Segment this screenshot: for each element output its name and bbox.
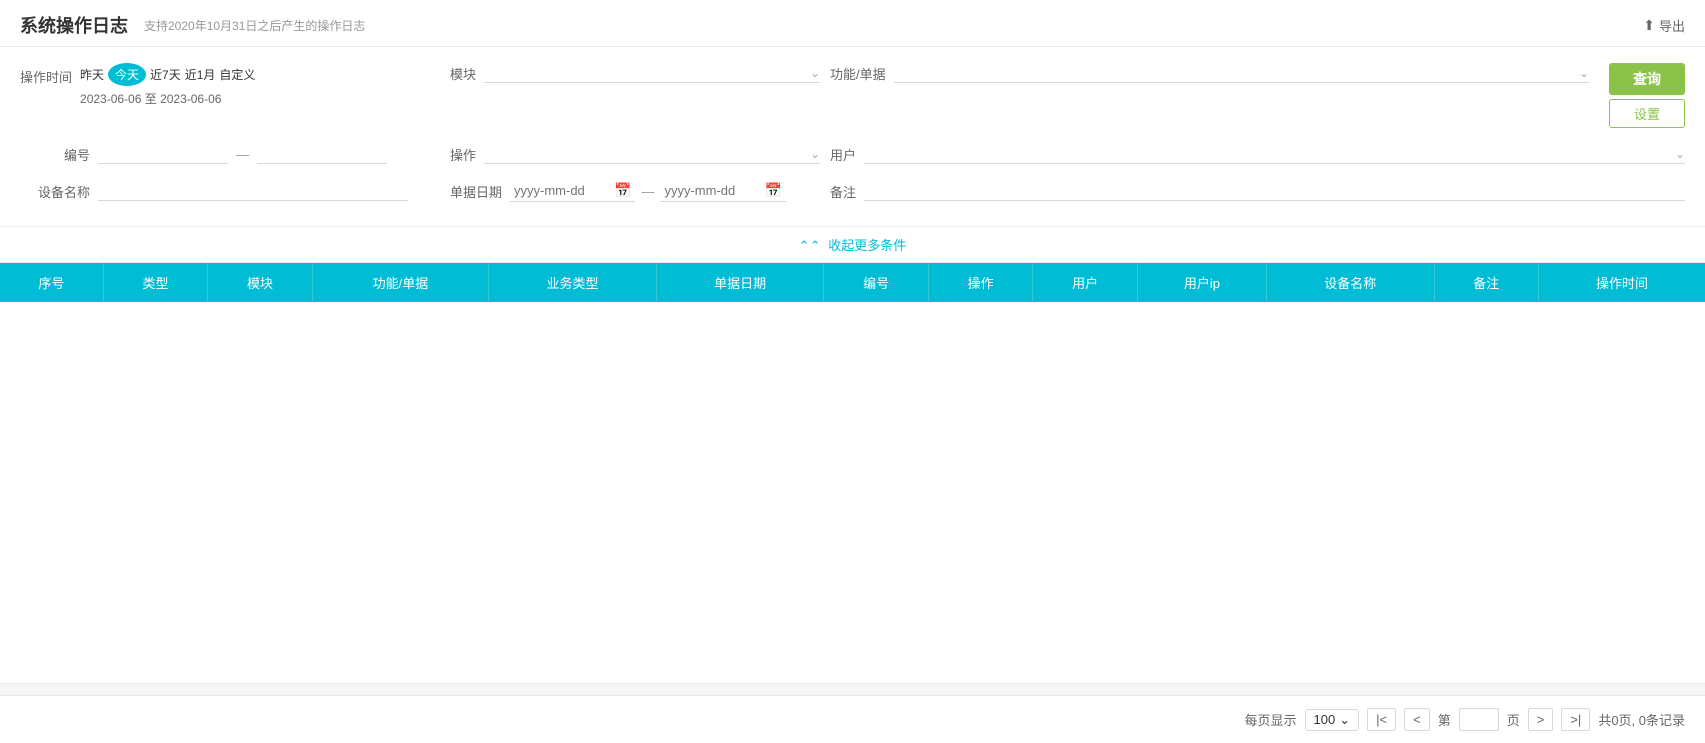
col-code: 编号 (824, 263, 928, 302)
function-label: 功能/单据 (830, 64, 886, 83)
page-title: 系统操作日志 (20, 12, 128, 38)
operation-input[interactable] (484, 146, 810, 161)
module-input[interactable] (484, 65, 810, 80)
user-chevron-icon: ⌄ (1675, 147, 1685, 161)
col-doc-date: 单据日期 (656, 263, 824, 302)
col-biz-type: 业务类型 (489, 263, 657, 302)
function-select[interactable]: ⌄ (894, 63, 1589, 83)
time-today-btn[interactable]: 今天 (108, 63, 146, 86)
page-size-select[interactable]: 100 ⌄ (1305, 709, 1360, 731)
calendar-start-icon[interactable]: 📅 (614, 182, 631, 199)
operation-select[interactable]: ⌄ (484, 144, 820, 164)
query-button[interactable]: 查询 (1609, 63, 1685, 95)
device-label: 设备名称 (20, 182, 90, 201)
time-1month-btn[interactable]: 近1月 (185, 66, 216, 83)
calendar-end-icon[interactable]: 📅 (764, 182, 781, 199)
page-size-chevron-icon: ⌄ (1339, 712, 1350, 728)
col-module: 模块 (208, 263, 312, 302)
export-button[interactable]: ⬆ 导出 (1643, 16, 1685, 35)
remark-input[interactable] (864, 181, 1685, 201)
col-device: 设备名称 (1266, 263, 1434, 302)
table-header-row: 序号 类型 模块 功能/单据 业务类型 单据日期 编号 操作 用户 用户ip 设… (0, 263, 1705, 302)
page-size-label: 每页显示 (1245, 710, 1297, 729)
function-input[interactable] (894, 65, 1579, 80)
filter-area: 操作时间 昨天 今天 近7天 近1月 自定义 2023-06-06 至 2023… (0, 47, 1705, 226)
date-end-wrapper[interactable]: 📅 (660, 180, 785, 202)
page-subtitle: 支持2020年10月31日之后产生的操作日志 (144, 17, 365, 34)
col-index: 序号 (0, 263, 103, 302)
operation-label: 操作 (450, 145, 476, 164)
col-function: 功能/单据 (312, 263, 488, 302)
time-custom-btn[interactable]: 自定义 (219, 66, 255, 83)
device-input[interactable] (98, 181, 408, 201)
date-start-input[interactable] (514, 183, 614, 198)
data-table: 序号 类型 模块 功能/单据 业务类型 单据日期 编号 操作 用户 用户ip 设… (0, 263, 1705, 302)
next-page-button[interactable]: > (1528, 708, 1554, 731)
time-label: 操作时间 (20, 67, 72, 86)
settings-button[interactable]: 设置 (1609, 99, 1685, 128)
date-start-wrapper[interactable]: 📅 (510, 180, 635, 202)
empty-area (0, 302, 1705, 652)
pagination-area: 每页显示 100 ⌄ |< < 第 1 页 > >| 共0页, 0条记录 (0, 695, 1705, 743)
col-remark: 备注 (1434, 263, 1538, 302)
user-label: 用户 (830, 145, 856, 164)
time-filter: 昨天 今天 近7天 近1月 自定义 2023-06-06 至 2023-06-0… (80, 63, 255, 107)
module-label: 模块 (450, 64, 476, 83)
code-separator: — (236, 147, 249, 162)
module-select[interactable]: ⌄ (484, 63, 820, 83)
last-page-button[interactable]: >| (1561, 708, 1590, 731)
page-unit: 页 (1507, 710, 1520, 729)
page-number-input[interactable]: 1 (1459, 708, 1499, 731)
page-label: 第 (1438, 710, 1451, 729)
col-user-ip: 用户ip (1137, 263, 1266, 302)
first-page-button[interactable]: |< (1367, 708, 1396, 731)
time-yesterday-btn[interactable]: 昨天 (80, 66, 104, 83)
action-buttons: 查询 设置 (1609, 63, 1685, 128)
time-range-display: 2023-06-06 至 2023-06-06 (80, 90, 255, 107)
function-chevron-icon: ⌄ (1579, 66, 1589, 80)
remark-label: 备注 (830, 182, 856, 201)
user-select[interactable]: ⌄ (864, 144, 1685, 164)
time-7days-btn[interactable]: 近7天 (150, 66, 181, 83)
table-wrapper: 序号 类型 模块 功能/单据 业务类型 单据日期 编号 操作 用户 用户ip 设… (0, 263, 1705, 683)
export-icon: ⬆ (1643, 17, 1655, 34)
date-separator: — (641, 184, 654, 199)
collapse-icon: ⌃⌃ (799, 238, 821, 253)
code-end-input[interactable] (257, 144, 387, 164)
horizontal-scrollbar[interactable] (0, 683, 1705, 695)
col-user: 用户 (1033, 263, 1137, 302)
code-label: 编号 (20, 145, 90, 164)
code-start-input[interactable] (98, 144, 228, 164)
page-header: 系统操作日志 支持2020年10月31日之后产生的操作日志 ⬆ 导出 (0, 0, 1705, 47)
collapse-bar[interactable]: ⌃⌃ 收起更多条件 (0, 226, 1705, 263)
collapse-label: 收起更多条件 (828, 238, 906, 253)
col-op-time: 操作时间 (1539, 263, 1705, 302)
user-input[interactable] (864, 146, 1675, 161)
total-info: 共0页, 0条记录 (1598, 710, 1685, 729)
col-type: 类型 (103, 263, 207, 302)
date-label: 单据日期 (450, 182, 502, 201)
module-chevron-icon: ⌄ (810, 66, 820, 80)
prev-page-button[interactable]: < (1404, 708, 1430, 731)
operation-chevron-icon: ⌄ (810, 147, 820, 161)
page-size-value: 100 (1314, 712, 1336, 727)
col-operation: 操作 (928, 263, 1032, 302)
date-end-input[interactable] (664, 183, 764, 198)
